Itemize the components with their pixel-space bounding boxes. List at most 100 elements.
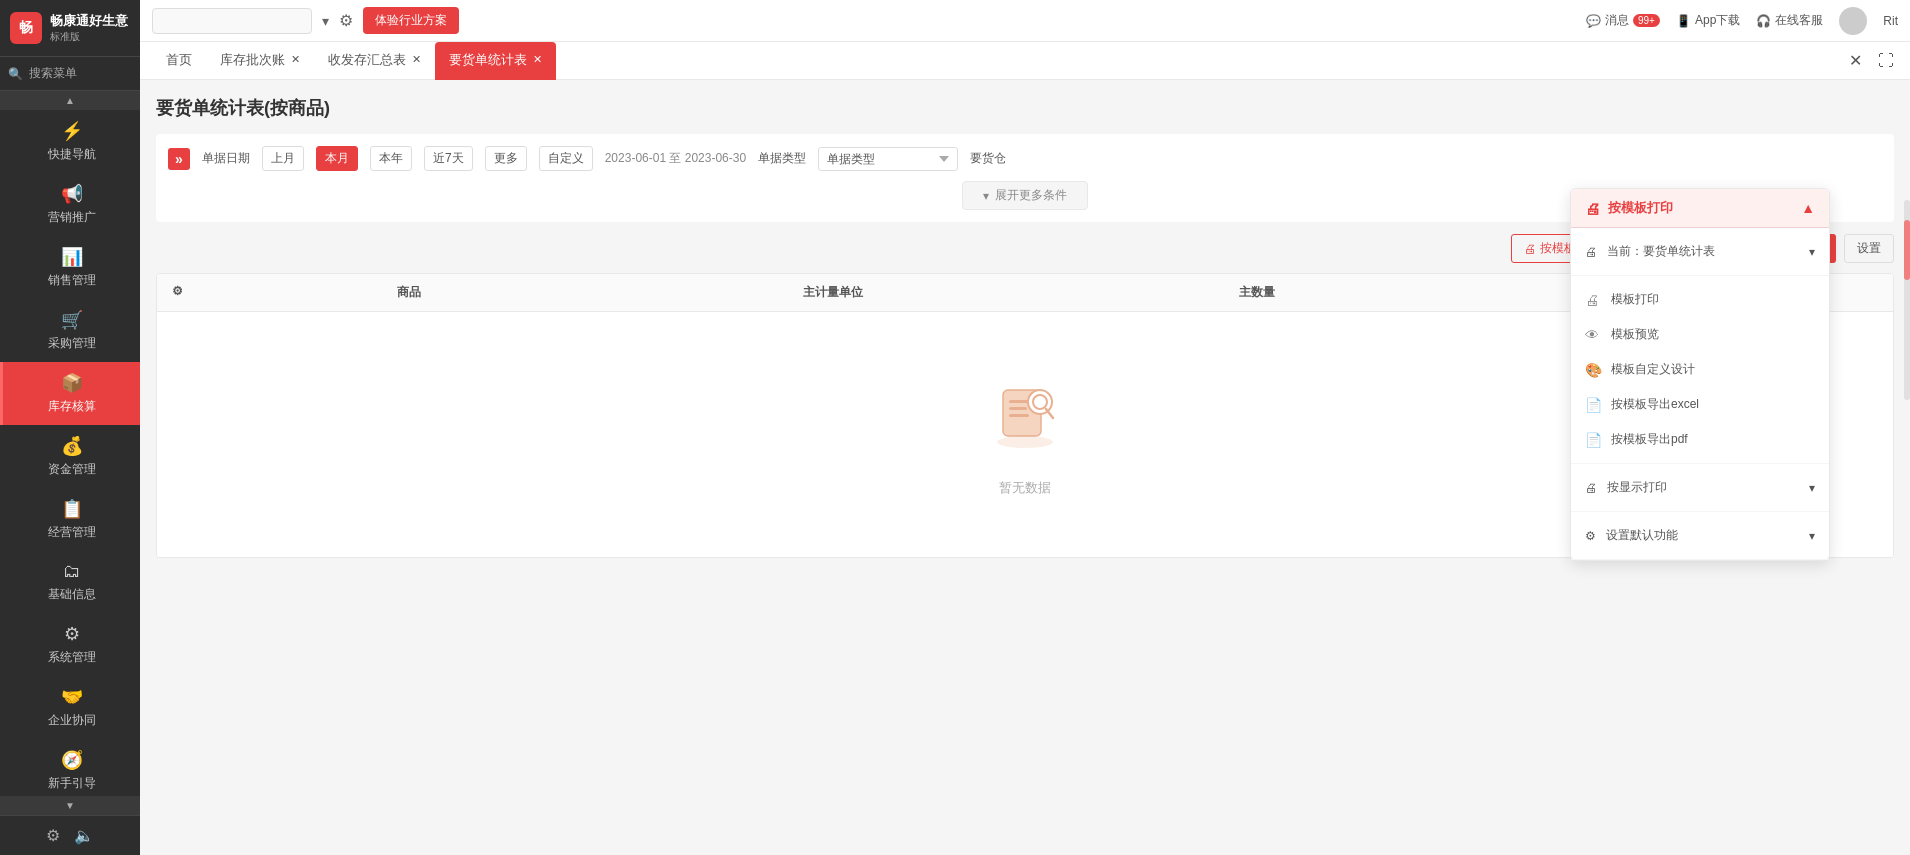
basic-icon: 🗂 (63, 561, 81, 582)
sidebar-search[interactable]: 🔍 搜索菜单 (0, 57, 140, 91)
app-download-label: App下载 (1695, 12, 1740, 29)
filter-row-1: » 单据日期 上月 本月 本年 近7天 更多 自定义 2023-06-01 至 … (168, 146, 1882, 171)
dropdown-menu: 🖨 按模板打印 ▲ 🖨 当前：要货单统计表 ▾ 🖨 模板打印 (1570, 188, 1830, 561)
sidebar-item-inventory[interactable]: 📦 库存核算 (0, 362, 140, 425)
topbar-dropdown-icon[interactable]: ▾ (322, 13, 329, 29)
svg-rect-4 (1009, 414, 1029, 417)
type-filter-select[interactable]: 单据类型 (818, 147, 958, 171)
date-btn-prev-month[interactable]: 上月 (262, 146, 304, 171)
expand-conditions-btn[interactable]: ▾ 展开更多条件 (962, 181, 1088, 210)
sidebar-item-purchase[interactable]: 🛒 采购管理 (0, 299, 140, 362)
dropdown-collapse-btn[interactable]: ▲ (1801, 200, 1815, 216)
user-avatar[interactable] (1839, 7, 1867, 35)
dropdown-current-template[interactable]: 🖨 当前：要货单统计表 ▾ (1571, 234, 1829, 269)
dropdown-title: 按模板打印 (1608, 199, 1673, 217)
online-service-btn[interactable]: 🎧 在线客服 (1756, 12, 1823, 29)
col-unit: 主计量单位 (621, 284, 1045, 301)
marketing-icon: 📢 (61, 183, 83, 205)
username[interactable]: Rit (1883, 14, 1898, 28)
sidebar: 畅 畅康通好生意 标准版 🔍 搜索菜单 ▲ ⚡ 快捷导航 📢 营销推广 📊 销售… (0, 0, 140, 855)
display-print-icon: 🖨 (1585, 481, 1597, 495)
topbar-right: 💬 消息 99+ 📱 App下载 🎧 在线客服 Rit (1586, 7, 1898, 35)
dropdown-display-print[interactable]: 🖨 按显示打印 ▾ (1571, 470, 1829, 505)
print-icon: 🖨 (1524, 242, 1536, 256)
sidebar-item-label: 销售管理 (48, 272, 96, 289)
tab-receivable-summary[interactable]: 收发存汇总表 ✕ (314, 42, 435, 80)
sidebar-settings-btn[interactable]: ⚙ (46, 826, 60, 845)
sidebar-item-operation[interactable]: 📋 经营管理 (0, 488, 140, 551)
sidebar-item-newbie[interactable]: 🧭 新手引导 (0, 739, 140, 796)
dropdown-item-template-design[interactable]: 🎨 模板自定义设计 (1571, 352, 1829, 387)
svg-rect-3 (1009, 407, 1027, 410)
dropdown-set-default[interactable]: ⚙ 设置默认功能 ▾ (1571, 518, 1829, 553)
topbar-gear-icon[interactable]: ⚙ (339, 11, 353, 30)
phone-icon: 📱 (1676, 14, 1691, 28)
tab-home[interactable]: 首页 (152, 42, 206, 80)
date-btn-current-month[interactable]: 本月 (316, 146, 358, 171)
template-preview-icon: 👁 (1585, 327, 1601, 343)
right-scrollbar[interactable] (1904, 200, 1910, 400)
current-template-chevron: ▾ (1809, 245, 1815, 259)
svg-point-0 (997, 436, 1053, 448)
tab-maximize-btn[interactable]: ⛶ (1874, 47, 1898, 74)
message-icon: 💬 (1586, 14, 1601, 28)
tab-receivable-summary-label: 收发存汇总表 (328, 51, 406, 69)
col-goods: 商品 (197, 284, 621, 301)
col-quantity: 主数量 (1045, 284, 1469, 301)
sidebar-item-system[interactable]: ⚙ 系统管理 (0, 613, 140, 676)
date-filter-label: 单据日期 (202, 150, 250, 167)
settings-btn[interactable]: 设置 (1844, 234, 1894, 263)
tabbar: 首页 库存批次账 ✕ 收发存汇总表 ✕ 要货单统计表 ✕ ✕ ⛶ (140, 42, 1910, 80)
finance-icon: 💰 (61, 435, 83, 457)
dropdown-item-export-pdf[interactable]: 📄 按模板导出pdf (1571, 422, 1829, 457)
tab-actions: ✕ ⛶ (1845, 47, 1898, 74)
sidebar-sound-btn[interactable]: 🔈 (74, 826, 94, 845)
sidebar-item-marketing[interactable]: 📢 营销推广 (0, 173, 140, 236)
sidebar-logo: 畅 畅康通好生意 标准版 (0, 0, 140, 57)
messages-btn[interactable]: 💬 消息 99+ (1586, 12, 1660, 29)
display-print-chevron: ▾ (1809, 481, 1815, 495)
dropdown-display-print-section: 🖨 按显示打印 ▾ (1571, 464, 1829, 512)
logo-icon: 畅 (10, 12, 42, 44)
sidebar-item-enterprise[interactable]: 🤝 企业协同 (0, 676, 140, 739)
date-btn-more[interactable]: 更多 (485, 146, 527, 171)
display-print-label: 按显示打印 (1607, 479, 1667, 496)
date-btn-custom[interactable]: 自定义 (539, 146, 593, 171)
tab-order-stats-close[interactable]: ✕ (533, 53, 542, 66)
tab-inventory-batch-close[interactable]: ✕ (291, 53, 300, 66)
date-btn-last-7-days[interactable]: 近7天 (424, 146, 473, 171)
sidebar-item-label: 营销推广 (48, 209, 96, 226)
messages-badge: 99+ (1633, 14, 1660, 27)
topbar-industry-btn[interactable]: 体验行业方案 (363, 7, 459, 34)
sidebar-item-sales[interactable]: 📊 销售管理 (0, 236, 140, 299)
topbar: ▾ ⚙ 体验行业方案 💬 消息 99+ 📱 App下载 🎧 在线客服 Rit (140, 0, 1910, 42)
dropdown-current-left: 🖨 当前：要货单统计表 (1585, 243, 1715, 260)
sidebar-scroll-up[interactable]: ▲ (0, 91, 140, 110)
sidebar-item-quick-nav[interactable]: ⚡ 快捷导航 (0, 110, 140, 173)
col-settings[interactable]: ⚙ (157, 284, 197, 301)
app-download-btn[interactable]: 📱 App下载 (1676, 12, 1740, 29)
export-pdf-label: 按模板导出pdf (1611, 431, 1688, 448)
dropdown-item-template-preview[interactable]: 👁 模板预览 (1571, 317, 1829, 352)
tab-receivable-summary-close[interactable]: ✕ (412, 53, 421, 66)
date-btn-current-year[interactable]: 本年 (370, 146, 412, 171)
sidebar-item-finance[interactable]: 💰 资金管理 (0, 425, 140, 488)
template-design-label: 模板自定义设计 (1611, 361, 1695, 378)
sidebar-item-label: 经营管理 (48, 524, 96, 541)
page-content: 要货单统计表(按商品) » 单据日期 上月 本月 本年 近7天 更多 自定义 2… (140, 80, 1910, 855)
export-excel-icon: 📄 (1585, 397, 1601, 413)
right-scrollbar-thumb[interactable] (1904, 220, 1910, 280)
sidebar-item-label: 采购管理 (48, 335, 96, 352)
page-title: 要货单统计表(按商品) (156, 96, 1894, 120)
filter-toggle[interactable]: » (168, 148, 190, 170)
sidebar-scroll-down[interactable]: ▼ (0, 796, 140, 815)
sidebar-item-basic[interactable]: 🗂 基础信息 (0, 551, 140, 613)
dropdown-item-template-print[interactable]: 🖨 模板打印 (1571, 282, 1829, 317)
tab-order-stats[interactable]: 要货单统计表 ✕ (435, 42, 556, 80)
dropdown-item-export-excel[interactable]: 📄 按模板导出excel (1571, 387, 1829, 422)
tab-close-btn[interactable]: ✕ (1845, 47, 1866, 74)
sidebar-item-label: 系统管理 (48, 649, 96, 666)
topbar-search-input[interactable] (152, 8, 312, 34)
type-filter-label: 单据类型 (758, 150, 806, 167)
tab-inventory-batch[interactable]: 库存批次账 ✕ (206, 42, 314, 80)
